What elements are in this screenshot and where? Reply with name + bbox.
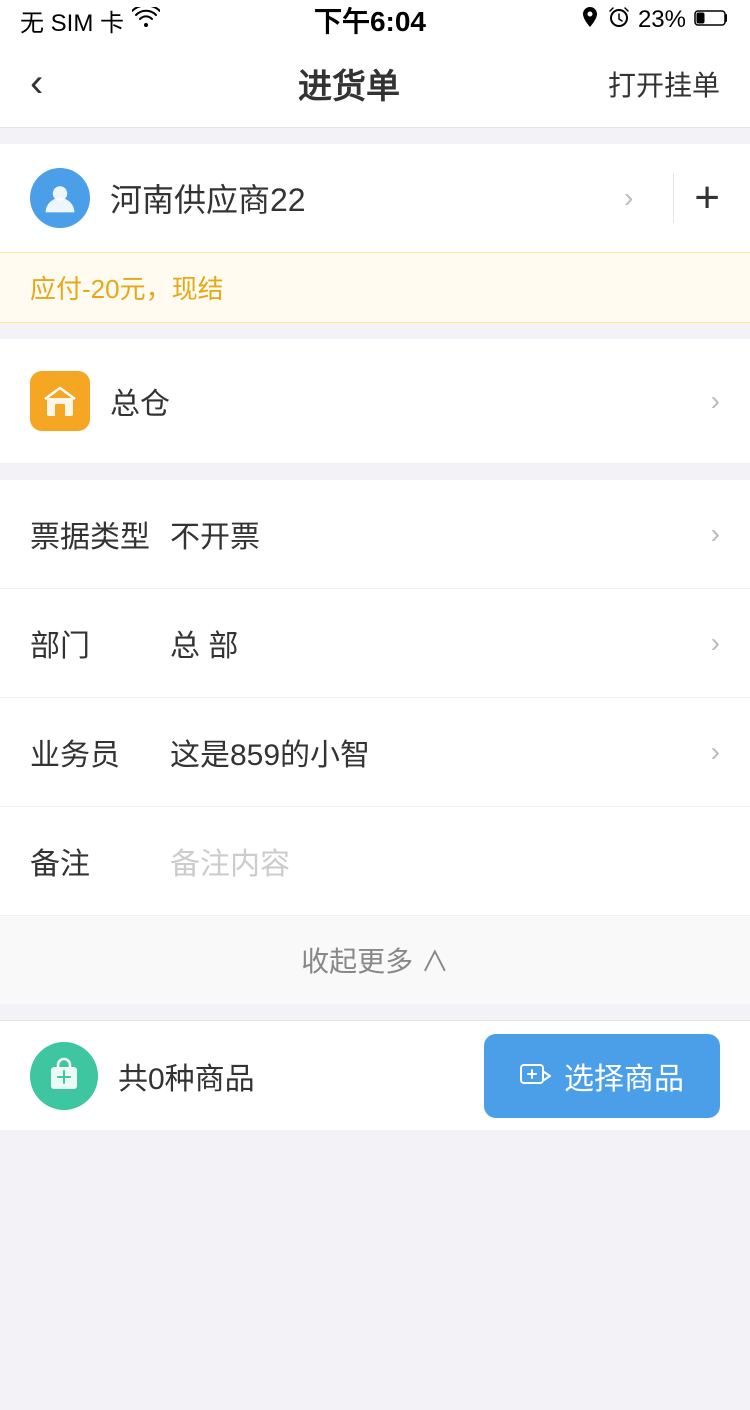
select-product-label: 选择商品 [564,1054,684,1098]
product-count: 共0种商品 [118,1054,464,1098]
status-bar: 无 SIM 卡 下午6:04 23% [0,0,750,40]
invoice-type-value: 不开票 [170,512,711,556]
warehouse-row[interactable]: 总仓 › [0,339,750,464]
product-icon [30,1042,98,1110]
wifi-icon [132,6,160,34]
notice-text: 应付-20元，现结 [30,274,224,304]
carrier-text: 无 SIM 卡 [20,3,124,38]
collapse-row[interactable]: 收起更多 ∧ [0,916,750,1004]
location-icon [580,6,600,35]
salesperson-row[interactable]: 业务员 这是859的小智 › [0,698,750,807]
page-title: 进货单 [298,59,400,108]
form-section: 票据类型 不开票 › 部门 总 部 › 业务员 这是859的小智 › 备注 备注… [0,480,750,916]
remark-row[interactable]: 备注 备注内容 [0,807,750,916]
department-label: 部门 [30,621,170,665]
notice-bar: 应付-20元，现结 [0,252,750,323]
nav-bar: ‹ 进货单 打开挂单 [0,40,750,128]
alarm-icon [608,6,630,35]
invoice-type-row[interactable]: 票据类型 不开票 › [0,480,750,589]
salesperson-chevron-icon: › [711,736,720,768]
department-value: 总 部 [170,621,711,665]
status-left: 无 SIM 卡 [20,3,160,38]
status-time: 下午6:04 [314,0,426,40]
supplier-row[interactable]: 河南供应商22 › + [0,144,750,252]
warehouse-icon [30,371,90,431]
invoice-type-label: 票据类型 [30,512,170,556]
battery-text: 23% [638,6,686,34]
bottom-bar: 共0种商品 选择商品 [0,1020,750,1130]
department-chevron-icon: › [711,627,720,659]
top-divider [0,128,750,144]
salesperson-label: 业务员 [30,730,170,774]
warehouse-section: 总仓 › [0,339,750,464]
warehouse-name: 总仓 [110,379,711,423]
collapse-label: 收起更多 ∧ [301,940,449,980]
divider-4 [0,1004,750,1020]
warehouse-chevron-icon: › [711,385,720,417]
supplier-avatar [30,168,90,228]
supplier-section: 河南供应商22 › + 应付-20元，现结 [0,144,750,323]
bottom-background [0,1130,750,1410]
department-row[interactable]: 部门 总 部 › [0,589,750,698]
divider-2 [0,323,750,339]
remark-input[interactable]: 备注内容 [170,839,720,883]
back-button[interactable]: ‹ [30,61,90,106]
select-product-button[interactable]: 选择商品 [484,1034,720,1118]
supplier-chevron-icon: › [624,182,633,214]
divider-3 [0,464,750,480]
invoice-type-chevron-icon: › [711,518,720,550]
open-pending-button[interactable]: 打开挂单 [608,64,720,104]
status-right: 23% [580,6,730,35]
vertical-divider [673,173,674,223]
salesperson-value: 这是859的小智 [170,730,711,774]
remark-label: 备注 [30,839,170,883]
supplier-name: 河南供应商22 [110,175,624,221]
battery-icon [694,6,730,34]
add-supplier-button[interactable]: + [694,176,720,220]
